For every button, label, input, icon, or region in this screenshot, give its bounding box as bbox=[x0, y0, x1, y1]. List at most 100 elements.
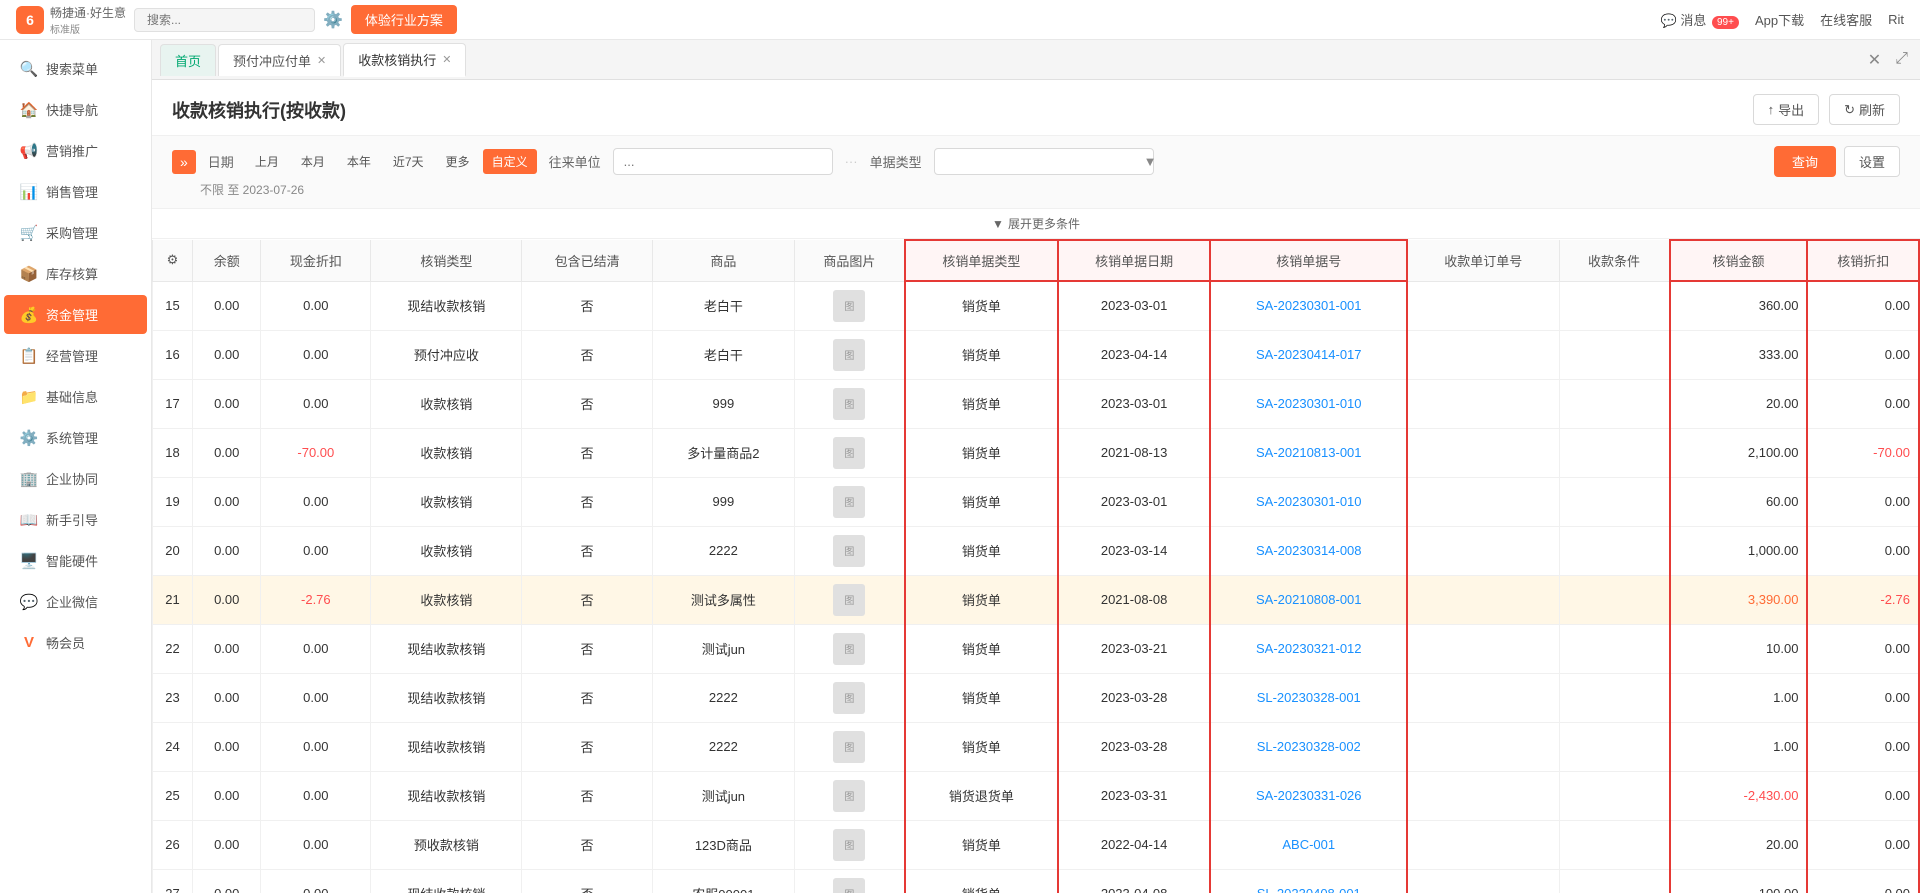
tab-home[interactable]: 首页 bbox=[160, 44, 216, 76]
cell-verify-amount: 1,000.00 bbox=[1670, 526, 1808, 575]
sidebar-item-member[interactable]: V 畅会员 bbox=[4, 623, 147, 662]
date-btn-this-year[interactable]: 本年 bbox=[338, 149, 380, 174]
sidebar-item-guide[interactable]: 📖 新手引导 bbox=[4, 500, 147, 539]
bill-no-link[interactable]: SA-20230301-010 bbox=[1256, 494, 1362, 509]
cell-num: 18 bbox=[153, 428, 193, 477]
cell-num: 27 bbox=[153, 869, 193, 893]
cell-verify-bill-date: 2023-03-21 bbox=[1058, 624, 1211, 673]
cell-verify-bill-no[interactable]: SA-20230301-010 bbox=[1210, 477, 1407, 526]
tab-maximize-icon[interactable]: ⤢ bbox=[1891, 48, 1912, 72]
cell-product: 老白干 bbox=[652, 330, 794, 379]
cell-balance: 0.00 bbox=[193, 330, 261, 379]
sidebar-item-purchase[interactable]: 🛒 采购管理 bbox=[4, 213, 147, 252]
tab-prepay[interactable]: 预付冲应付单 ✕ bbox=[218, 44, 341, 76]
partner-input[interactable] bbox=[613, 148, 833, 175]
bill-no-link[interactable]: SL-20230328-001 bbox=[1257, 690, 1361, 705]
tab-receipt-verify[interactable]: 收款核销执行 ✕ bbox=[343, 43, 466, 77]
filter-expand-left-button[interactable]: » bbox=[172, 150, 196, 174]
bill-no-link[interactable]: SL-20230328-002 bbox=[1257, 739, 1361, 754]
date-btn-custom[interactable]: 自定义 bbox=[483, 149, 537, 174]
col-settings[interactable]: ⚙ bbox=[153, 240, 193, 281]
col-verify-bill-no: 核销单据号 bbox=[1210, 240, 1407, 281]
cell-verify-bill-no[interactable]: SA-20230301-001 bbox=[1210, 281, 1407, 330]
cell-balance: 0.00 bbox=[193, 575, 261, 624]
cell-verify-bill-no[interactable]: SL-20230328-002 bbox=[1210, 722, 1407, 771]
finance-icon: 💰 bbox=[20, 306, 38, 324]
sidebar-item-system[interactable]: ⚙️ 系统管理 bbox=[4, 418, 147, 457]
bill-no-link[interactable]: SA-20230301-001 bbox=[1256, 298, 1362, 313]
sidebar-item-marketing[interactable]: 📢 营销推广 bbox=[4, 131, 147, 170]
cell-cash-discount: -70.00 bbox=[261, 428, 371, 477]
sidebar-item-operations[interactable]: 📋 经营管理 bbox=[4, 336, 147, 375]
tab-prepay-close[interactable]: ✕ bbox=[317, 54, 326, 67]
sidebar-item-finance[interactable]: 💰 资金管理 bbox=[4, 295, 147, 334]
sidebar-item-hardware[interactable]: 🖥️ 智能硬件 bbox=[4, 541, 147, 580]
refresh-button[interactable]: ↻ 刷新 bbox=[1829, 94, 1900, 125]
cell-cash-discount: 0.00 bbox=[261, 477, 371, 526]
setting-button[interactable]: 设置 bbox=[1844, 146, 1900, 177]
member-icon: V bbox=[20, 634, 38, 652]
cell-verify-bill-no[interactable]: ABC-001 bbox=[1210, 820, 1407, 869]
cell-verify-bill-no[interactable]: SL-20230408-001 bbox=[1210, 869, 1407, 893]
bill-no-link[interactable]: SA-20210808-001 bbox=[1256, 592, 1362, 607]
cell-num: 17 bbox=[153, 379, 193, 428]
top-search-input[interactable] bbox=[134, 8, 315, 32]
export-icon: ↑ bbox=[1768, 102, 1775, 117]
cell-verify-bill-no[interactable]: SA-20210808-001 bbox=[1210, 575, 1407, 624]
tab-receipt-close[interactable]: ✕ bbox=[442, 53, 451, 66]
bill-no-link[interactable]: SA-20230331-026 bbox=[1256, 788, 1362, 803]
sidebar-item-search[interactable]: 🔍 搜索菜单 bbox=[4, 49, 147, 88]
expand-more-button[interactable]: ▼ 展开更多条件 bbox=[992, 215, 1080, 232]
date-btn-more[interactable]: 更多 bbox=[437, 149, 479, 174]
export-button[interactable]: ↑ 导出 bbox=[1753, 94, 1820, 125]
bill-no-link[interactable]: SA-20230414-017 bbox=[1256, 347, 1362, 362]
bill-type-select[interactable] bbox=[934, 148, 1154, 175]
user-name[interactable]: Rit bbox=[1888, 12, 1904, 27]
cell-verify-bill-no[interactable]: SA-20230301-010 bbox=[1210, 379, 1407, 428]
cell-cash-discount: 0.00 bbox=[261, 673, 371, 722]
cell-verify-bill-no[interactable]: SA-20210813-001 bbox=[1210, 428, 1407, 477]
tab-close-all-icon[interactable]: ✕ bbox=[1864, 48, 1885, 72]
cell-product-image: 图 bbox=[794, 330, 905, 379]
sidebar-item-inventory[interactable]: 📦 库存核算 bbox=[4, 254, 147, 293]
bill-no-link[interactable]: SA-20230321-012 bbox=[1256, 641, 1362, 656]
cell-verify-discount: 0.00 bbox=[1807, 526, 1919, 575]
col-balance: 余额 bbox=[193, 240, 261, 281]
sidebar-item-enterprise[interactable]: 🏢 企业协同 bbox=[4, 459, 147, 498]
sidebar-item-quicknav[interactable]: 🏠 快捷导航 bbox=[4, 90, 147, 129]
settings-icon[interactable]: ⚙️ bbox=[323, 10, 343, 30]
sidebar-item-sales[interactable]: 📊 销售管理 bbox=[4, 172, 147, 211]
online-service-link[interactable]: 在线客服 bbox=[1820, 10, 1872, 29]
cell-verify-bill-no[interactable]: SA-20230331-026 bbox=[1210, 771, 1407, 820]
sidebar-item-wechat[interactable]: 💬 企业微信 bbox=[4, 582, 147, 621]
cell-product-image: 图 bbox=[794, 624, 905, 673]
sidebar-item-basic[interactable]: 📁 基础信息 bbox=[4, 377, 147, 416]
date-range-text: 不限 至 2023-07-26 bbox=[200, 183, 304, 197]
cell-cash-discount: 0.00 bbox=[261, 869, 371, 893]
bill-no-link[interactable]: SA-20230301-010 bbox=[1256, 396, 1362, 411]
sidebar-label-wechat: 企业微信 bbox=[46, 592, 98, 611]
bill-no-link[interactable]: SL-20230408-001 bbox=[1257, 886, 1361, 893]
cell-included-settled: 否 bbox=[522, 281, 652, 330]
app-download-link[interactable]: App下载 bbox=[1755, 10, 1804, 29]
date-btn-7days[interactable]: 近7天 bbox=[384, 149, 433, 174]
bill-no-link[interactable]: ABC-001 bbox=[1282, 837, 1335, 852]
cell-verify-bill-no[interactable]: SA-20230414-017 bbox=[1210, 330, 1407, 379]
cell-receipt-order-no bbox=[1407, 477, 1559, 526]
bill-no-link[interactable]: SA-20230314-008 bbox=[1256, 543, 1362, 558]
date-btn-this-month[interactable]: 本月 bbox=[292, 149, 334, 174]
cell-verify-bill-no[interactable]: SA-20230321-012 bbox=[1210, 624, 1407, 673]
cell-included-settled: 否 bbox=[522, 722, 652, 771]
query-button[interactable]: 查询 bbox=[1774, 146, 1836, 177]
message-item[interactable]: 💬 消息 99+ bbox=[1661, 10, 1739, 29]
date-btn-last-month[interactable]: 上月 bbox=[246, 149, 288, 174]
cell-product: 2222 bbox=[652, 722, 794, 771]
cell-verify-bill-type: 销货单 bbox=[905, 673, 1058, 722]
cell-verify-bill-no[interactable]: SL-20230328-001 bbox=[1210, 673, 1407, 722]
bill-no-link[interactable]: SA-20210813-001 bbox=[1256, 445, 1362, 460]
cell-verify-bill-no[interactable]: SA-20230314-008 bbox=[1210, 526, 1407, 575]
industry-solution-button[interactable]: 体验行业方案 bbox=[351, 5, 457, 34]
col-verify-type: 核销类型 bbox=[371, 240, 522, 281]
wechat-icon: 💬 bbox=[20, 593, 38, 611]
cell-balance: 0.00 bbox=[193, 624, 261, 673]
